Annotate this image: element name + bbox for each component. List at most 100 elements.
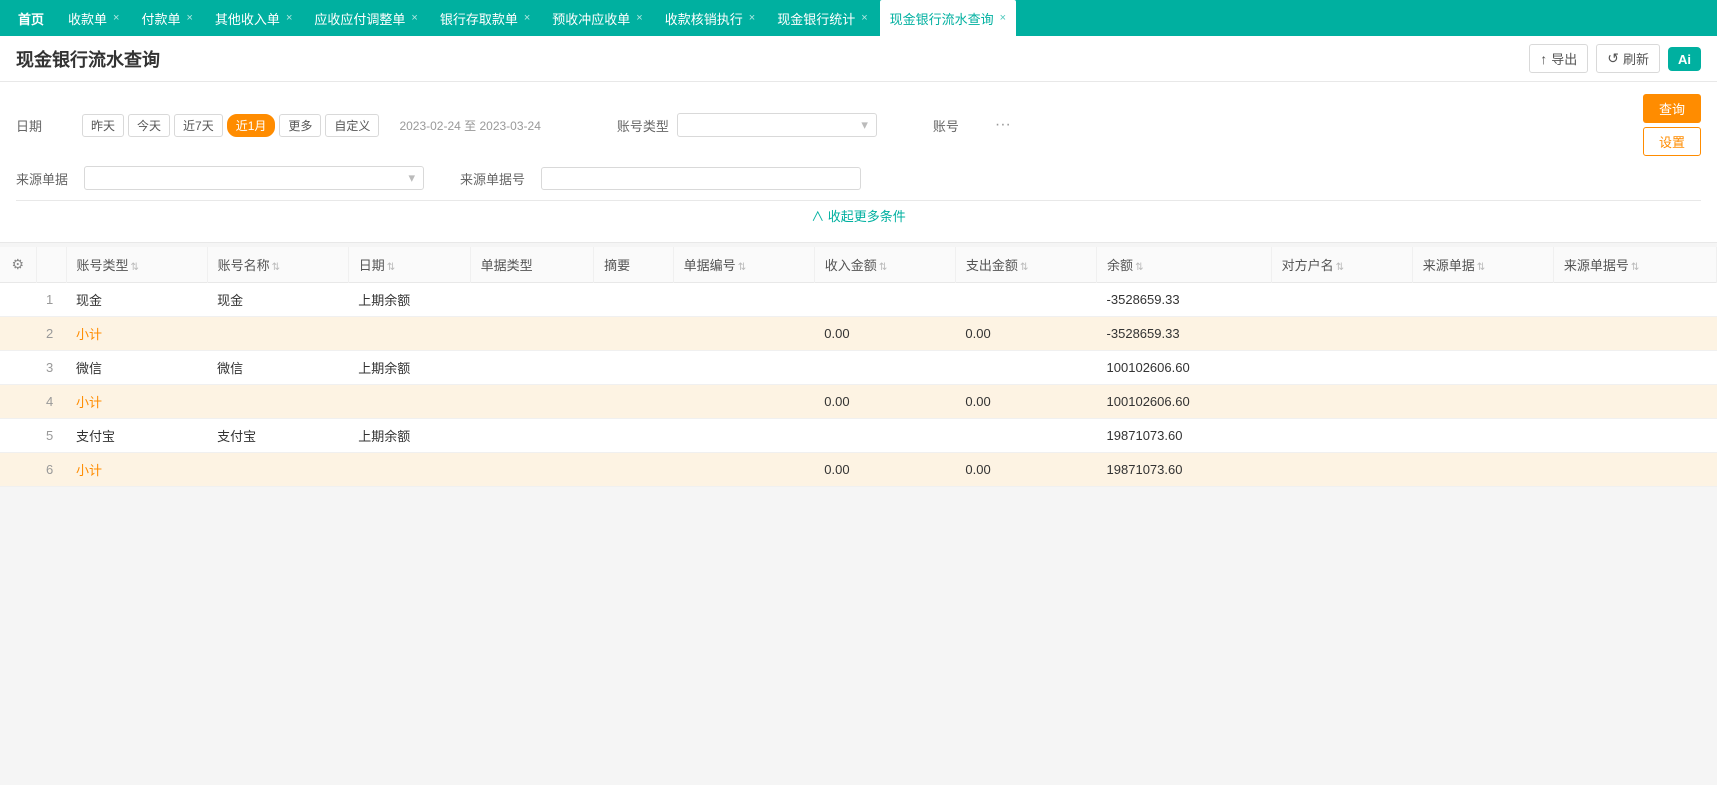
cell-summary — [594, 283, 674, 317]
sort-icon-account_type: ⇅ — [131, 262, 139, 273]
cell-gear — [0, 453, 36, 487]
filter-row-date: 日期 昨天今天近7天近1月更多自定义 2023-02-24 至 2023-03-… — [16, 94, 1701, 156]
cell-summary — [594, 317, 674, 351]
col-header-expense[interactable]: 支出金额⇅ — [955, 247, 1096, 283]
cell-doc_type — [470, 453, 594, 487]
account-dots-button[interactable]: ··· — [991, 114, 1015, 136]
cell-gear — [0, 385, 36, 419]
ai-badge[interactable]: Ai — [1668, 47, 1701, 71]
date-option-自定义[interactable]: 自定义 — [325, 114, 379, 137]
cell-source_doc_no — [1553, 317, 1716, 351]
table-row: 6小计0.000.0019871073.60 — [0, 453, 1717, 487]
gear-icon[interactable]: ⚙ — [11, 256, 24, 272]
cell-balance: -3528659.33 — [1097, 283, 1272, 317]
nav-tab-收款核销执行[interactable]: 收款核销执行 × — [655, 0, 765, 36]
cell-expense — [955, 283, 1096, 317]
cell-row_num: 6 — [36, 453, 66, 487]
cell-income: 0.00 — [814, 317, 955, 351]
nav-tab-其他收入单[interactable]: 其他收入单× — [205, 0, 302, 36]
settings-button[interactable]: 设置 — [1643, 127, 1701, 156]
cell-row_num: 4 — [36, 385, 66, 419]
col-header-account_type[interactable]: 账号类型⇅ — [66, 247, 207, 283]
cell-expense: 0.00 — [955, 317, 1096, 351]
sort-icon-date: ⇅ — [387, 262, 395, 273]
tab-close-icon[interactable]: × — [1000, 12, 1006, 24]
cell-date — [348, 453, 470, 487]
refresh-icon: ↺ — [1607, 50, 1619, 67]
nav-home[interactable]: 首页 — [8, 0, 54, 36]
cell-account_type: 小计 — [66, 317, 207, 351]
cell-account_name — [207, 453, 348, 487]
date-option-近1月[interactable]: 近1月 — [227, 114, 276, 137]
cell-source_doc_no — [1553, 385, 1716, 419]
tab-close-icon[interactable]: × — [286, 12, 292, 24]
date-option-今天[interactable]: 今天 — [128, 114, 170, 137]
tab-close-icon[interactable]: × — [861, 12, 867, 24]
refresh-button[interactable]: ↺ 刷新 — [1596, 44, 1660, 73]
nav-tab-预收冲应收单[interactable]: 预收冲应收单× — [542, 0, 652, 36]
col-header-gear: ⚙ — [0, 247, 36, 283]
cell-income: 0.00 — [814, 453, 955, 487]
nav-tab-现金银行流水查询[interactable]: 现金银行流水查询 × — [880, 0, 1016, 36]
collapse-bar[interactable]: ∧ 收起更多条件 — [16, 200, 1701, 230]
col-header-doc_no[interactable]: 单据编号⇅ — [673, 247, 814, 283]
tab-close-icon[interactable]: × — [524, 12, 530, 24]
cell-expense: 0.00 — [955, 453, 1096, 487]
cell-account_type: 小计 — [66, 453, 207, 487]
cell-source_doc — [1412, 351, 1553, 385]
col-label-doc_no: 单据编号 — [684, 258, 736, 273]
query-button[interactable]: 查询 — [1643, 94, 1701, 123]
nav-tab-银行存取款单[interactable]: 银行存取款单× — [430, 0, 540, 36]
cell-source_doc — [1412, 453, 1553, 487]
nav-tab-付款单[interactable]: 付款单× — [131, 0, 202, 36]
tab-close-icon[interactable]: × — [113, 12, 119, 24]
sort-icon-account_name: ⇅ — [272, 262, 280, 273]
cell-account_name — [207, 385, 348, 419]
cell-gear — [0, 283, 36, 317]
col-label-source_doc_no: 来源单据号 — [1564, 258, 1629, 273]
tab-close-icon[interactable]: × — [749, 12, 755, 24]
date-option-近7天[interactable]: 近7天 — [174, 114, 223, 137]
nav-tab-应收应付调整单[interactable]: 应收应付调整单× — [304, 0, 427, 36]
cell-doc_type — [470, 385, 594, 419]
cell-date — [348, 385, 470, 419]
source-doc-no-input[interactable] — [541, 167, 861, 190]
col-header-doc_type: 单据类型 — [470, 247, 594, 283]
account-type-select[interactable]: ▾ — [677, 113, 877, 137]
tab-close-icon[interactable]: × — [186, 12, 192, 24]
source-doc-select[interactable]: ▾ — [84, 166, 424, 190]
col-header-source_doc[interactable]: 来源单据⇅ — [1412, 247, 1553, 283]
tab-label: 现金银行流水查询 — [890, 9, 994, 28]
col-header-balance[interactable]: 余额⇅ — [1097, 247, 1272, 283]
col-label-date: 日期 — [359, 258, 385, 273]
col-header-income[interactable]: 收入金额⇅ — [814, 247, 955, 283]
tab-label: 收款核销执行 — [665, 9, 743, 28]
col-header-counterparty[interactable]: 对方户名⇅ — [1271, 247, 1412, 283]
col-header-date[interactable]: 日期⇅ — [348, 247, 470, 283]
date-option-昨天[interactable]: 昨天 — [82, 114, 124, 137]
filter-actions: 查询 设置 — [1643, 94, 1701, 156]
table-body: 1现金现金上期余额-3528659.332小计0.000.00-3528659.… — [0, 283, 1717, 487]
source-doc-no-label: 来源单据号 — [460, 169, 525, 188]
tab-close-icon[interactable]: × — [636, 12, 642, 24]
cell-counterparty — [1271, 317, 1412, 351]
top-navigation: 首页 收款单×付款单×其他收入单×应收应付调整单×银行存取款单×预收冲应收单×收… — [0, 0, 1717, 36]
cell-summary — [594, 419, 674, 453]
cell-source_doc_no — [1553, 283, 1716, 317]
col-header-source_doc_no[interactable]: 来源单据号⇅ — [1553, 247, 1716, 283]
cell-date: 上期余额 — [348, 351, 470, 385]
sort-icon-expense: ⇅ — [1020, 262, 1028, 273]
tab-close-icon[interactable]: × — [411, 12, 417, 24]
sort-icon-income: ⇅ — [879, 262, 887, 273]
nav-tab-收款单[interactable]: 收款单× — [58, 0, 129, 36]
nav-tab-现金银行统计[interactable]: 现金银行统计× — [767, 0, 877, 36]
col-header-account_name[interactable]: 账号名称⇅ — [207, 247, 348, 283]
cell-counterparty — [1271, 453, 1412, 487]
date-option-更多[interactable]: 更多 — [279, 114, 321, 137]
cell-balance: 100102606.60 — [1097, 351, 1272, 385]
col-label-income: 收入金额 — [825, 258, 877, 273]
export-button[interactable]: ↑ 导出 — [1529, 44, 1588, 73]
sort-icon-balance: ⇅ — [1135, 262, 1143, 273]
cell-summary — [594, 385, 674, 419]
account-label: 账号 — [933, 116, 983, 135]
